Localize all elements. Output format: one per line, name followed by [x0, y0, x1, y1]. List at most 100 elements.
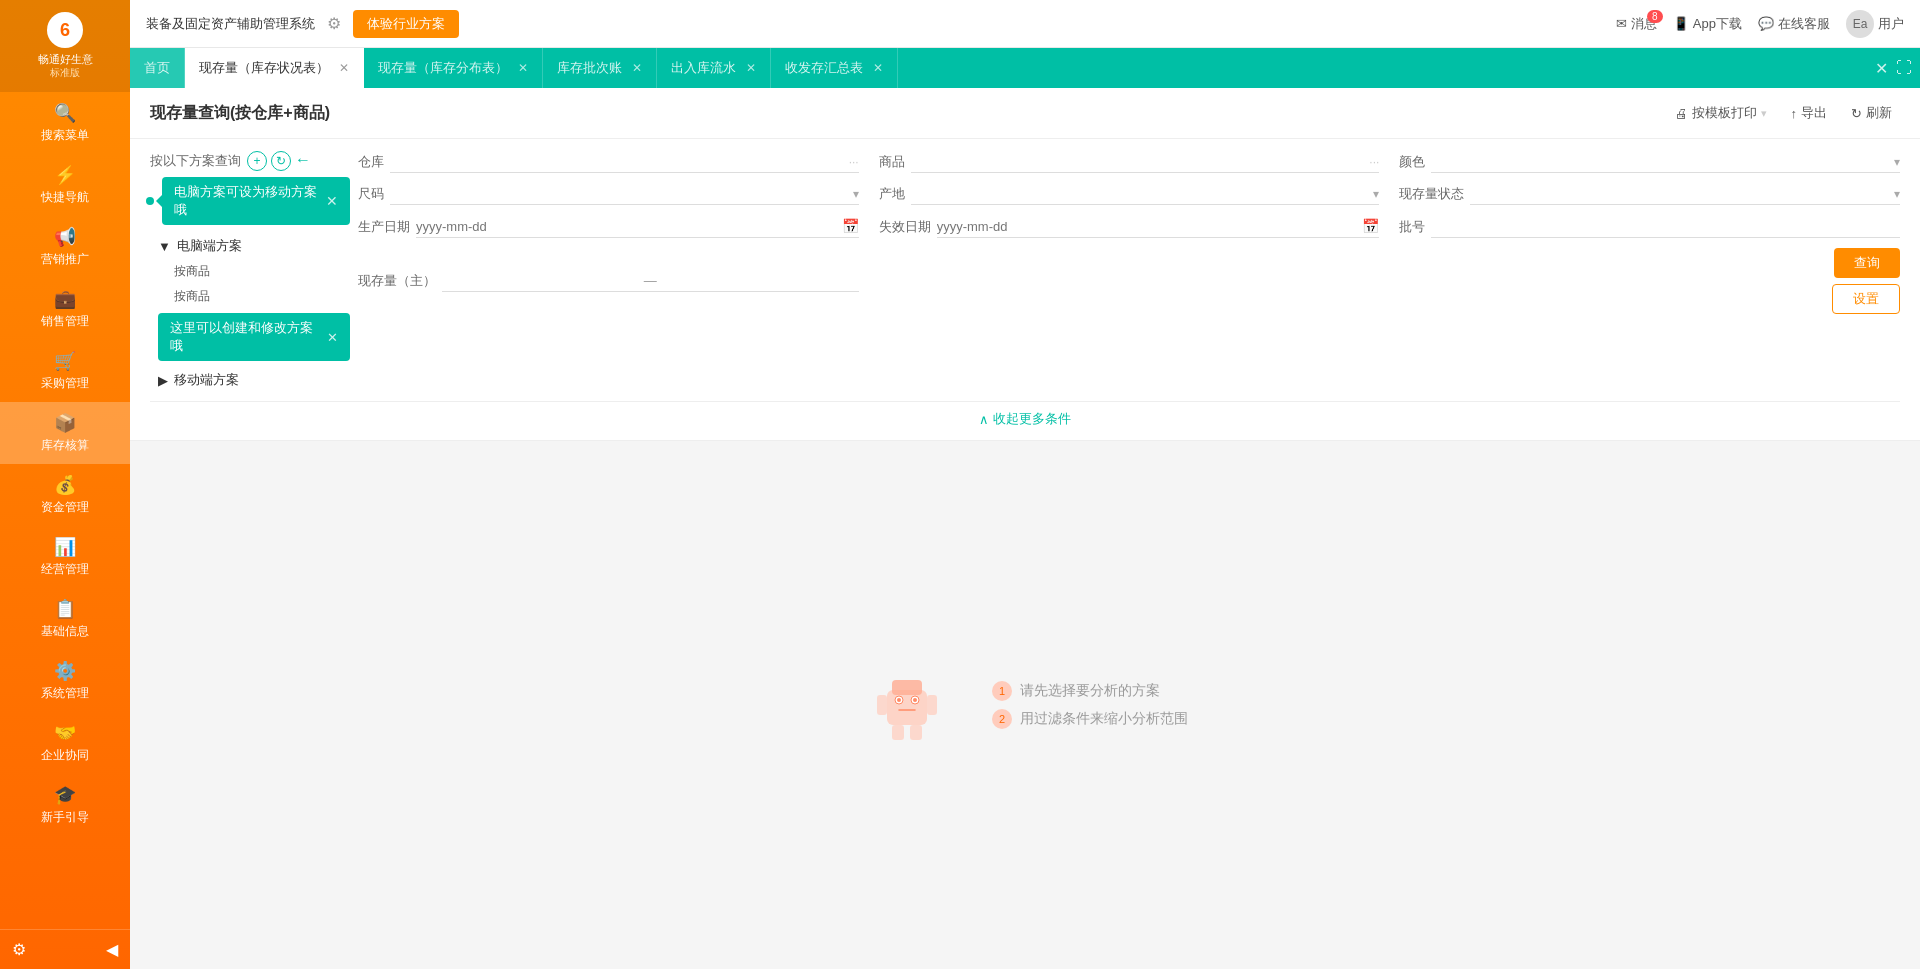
- service-icon: 💬: [1758, 16, 1774, 31]
- scheme-sub-item-2[interactable]: 按商品: [174, 284, 350, 309]
- field-row-color: 颜色 ▾: [1399, 151, 1900, 173]
- tab-stock-status-close[interactable]: ✕: [339, 61, 349, 75]
- stock-status-input[interactable]: [1470, 186, 1894, 201]
- scheme-add-button[interactable]: +: [247, 151, 267, 171]
- mfgdate-calendar-icon[interactable]: 📅: [842, 218, 859, 234]
- svg-rect-7: [877, 695, 887, 715]
- mfgdate-input-wrap: 📅: [416, 215, 859, 238]
- sidebar-item-sales[interactable]: 💼 销售管理: [0, 278, 130, 340]
- goods-input[interactable]: [911, 154, 1370, 169]
- fields-grid: 仓库 ··· 商品 ···: [358, 151, 1900, 314]
- sidebar-item-quicknav[interactable]: ⚡ 快捷导航: [0, 154, 130, 216]
- goods-dots-icon[interactable]: ···: [1369, 155, 1379, 169]
- scheme-create-text: 这里可以创建和修改方案哦: [170, 319, 319, 355]
- tab-stock-dist[interactable]: 现存量（库存分布表） ✕: [364, 48, 543, 88]
- search-button[interactable]: 查询: [1834, 248, 1900, 278]
- tab-summary[interactable]: 收发存汇总表 ✕: [771, 48, 898, 88]
- scheme-tree: ▼ 电脑端方案 按商品 按商品: [150, 233, 350, 309]
- collapse-button[interactable]: ∧ 收起更多条件: [979, 410, 1071, 428]
- sidebar-item-finance[interactable]: 💰 资金管理: [0, 464, 130, 526]
- sidebar-item-search[interactable]: 🔍 搜索菜单: [0, 92, 130, 154]
- export-button[interactable]: ↑ 导出: [1783, 100, 1836, 126]
- experience-button[interactable]: 体验行业方案: [353, 10, 459, 38]
- reset-button[interactable]: 设置: [1832, 284, 1900, 314]
- size-input[interactable]: [390, 186, 853, 201]
- sidebar-item-basicinfo[interactable]: 📋 基础信息: [0, 588, 130, 650]
- expdate-input[interactable]: [937, 219, 1363, 234]
- notification-badge: 8: [1647, 10, 1663, 23]
- origin-dropdown-icon[interactable]: ▾: [1373, 187, 1379, 201]
- stock-qty-to-input[interactable]: [661, 273, 859, 288]
- sidebar-item-label: 库存核算: [41, 437, 89, 454]
- tree-label-mobile: 移动端方案: [174, 371, 239, 389]
- system-icon: ⚙️: [54, 660, 76, 682]
- filter-label: 按以下方案查询: [150, 152, 241, 170]
- print-button[interactable]: 🖨 按模板打印 ▾: [1667, 100, 1775, 126]
- size-dropdown-icon[interactable]: ▾: [853, 187, 859, 201]
- scheme-tree-pc[interactable]: ▼ 电脑端方案: [158, 233, 350, 259]
- sidebar-logo[interactable]: 6 畅通好生意 标准版: [0, 0, 130, 92]
- notification-item[interactable]: ✉ 消息 8: [1616, 15, 1657, 33]
- svg-rect-0: [887, 690, 927, 725]
- expdate-calendar-icon[interactable]: 📅: [1362, 218, 1379, 234]
- sidebar-item-inventory[interactable]: 📦 库存核算: [0, 402, 130, 464]
- tab-stock-dist-label: 现存量（库存分布表）: [378, 59, 508, 77]
- gear-icon[interactable]: ⚙: [327, 14, 341, 33]
- warehouse-input[interactable]: [390, 154, 849, 169]
- color-input[interactable]: [1431, 154, 1894, 169]
- scheme-arrow-left[interactable]: ←: [295, 151, 311, 171]
- expdate-input-wrap: 📅: [937, 215, 1380, 238]
- print-dropdown-icon: ▾: [1761, 107, 1767, 120]
- purchase-icon: 🛒: [54, 350, 76, 372]
- stock-status-dropdown-icon[interactable]: ▾: [1894, 187, 1900, 201]
- dot-indicator: [146, 197, 154, 205]
- filter-area: 按以下方案查询 + ↻ ← 电脑方案可设为移动方案哦 ✕: [130, 139, 1920, 441]
- tab-stock-status[interactable]: 现存量（库存状况表） ✕: [185, 48, 364, 88]
- scheme-sub-item-1[interactable]: 按商品: [174, 259, 350, 284]
- scheme-create-close[interactable]: ✕: [327, 330, 338, 345]
- svg-point-4: [897, 698, 901, 702]
- mfgdate-input[interactable]: [416, 219, 842, 234]
- user-item[interactable]: Ea 用户: [1846, 10, 1904, 38]
- scheme-actions: + ↻ ←: [247, 151, 311, 171]
- online-service-item[interactable]: 💬 在线客服: [1758, 15, 1830, 33]
- avatar: Ea: [1846, 10, 1874, 38]
- tab-stock-dist-close[interactable]: ✕: [518, 61, 528, 75]
- scheme-refresh-button[interactable]: ↻: [271, 151, 291, 171]
- app-download-item[interactable]: 📱 App下载: [1673, 15, 1742, 33]
- sidebar-item-operations[interactable]: 📊 经营管理: [0, 526, 130, 588]
- search-icon: 🔍: [54, 102, 76, 124]
- tab-summary-close[interactable]: ✕: [873, 61, 883, 75]
- stock-qty-from-input[interactable]: [442, 273, 640, 288]
- scheme-create-tooltip[interactable]: 这里可以创建和修改方案哦 ✕: [158, 313, 350, 361]
- field-row-mfgdate: 生产日期 📅: [358, 215, 859, 238]
- color-dropdown-icon[interactable]: ▾: [1894, 155, 1900, 169]
- sidebar-item-guide[interactable]: 🎓 新手引导: [0, 774, 130, 836]
- scheme-tooltip-close[interactable]: ✕: [326, 193, 338, 209]
- sidebar-item-collab[interactable]: 🤝 企业协同: [0, 712, 130, 774]
- tab-home[interactable]: 首页: [130, 48, 185, 88]
- refresh-label: 刷新: [1866, 104, 1892, 122]
- settings-icon[interactable]: ⚙: [12, 940, 26, 959]
- tabs-expand-icon[interactable]: ⛶: [1896, 59, 1912, 77]
- batch-input[interactable]: [1431, 219, 1900, 234]
- collapse-sidebar-icon[interactable]: ◀: [106, 940, 118, 959]
- tab-batch-close[interactable]: ✕: [632, 61, 642, 75]
- sidebar-item-purchase[interactable]: 🛒 采购管理: [0, 340, 130, 402]
- sidebar-item-marketing[interactable]: 📢 营销推广: [0, 216, 130, 278]
- tabs-close-all-icon[interactable]: ✕: [1875, 59, 1888, 78]
- tab-flow-close[interactable]: ✕: [746, 61, 756, 75]
- empty-step-2: 2 用过滤条件来缩小分析范围: [992, 709, 1188, 729]
- tab-flow[interactable]: 出入库流水 ✕: [657, 48, 771, 88]
- tab-batch[interactable]: 库存批次账 ✕: [543, 48, 657, 88]
- warehouse-dots-icon[interactable]: ···: [849, 155, 859, 169]
- page-header: 现存量查询(按仓库+商品) 🖨 按模板打印 ▾ ↑ 导出 ↻ 刷新: [130, 88, 1920, 139]
- origin-input[interactable]: [911, 186, 1374, 201]
- sidebar-item-system[interactable]: ⚙️ 系统管理: [0, 650, 130, 712]
- scheme-tooltip-pc[interactable]: 电脑方案可设为移动方案哦 ✕: [162, 177, 350, 225]
- color-input-wrap: ▾: [1431, 151, 1900, 173]
- svg-rect-9: [892, 725, 904, 740]
- tabs-bar: 首页 现存量（库存状况表） ✕ 现存量（库存分布表） ✕ 库存批次账 ✕ 出入库…: [130, 48, 1920, 88]
- refresh-button[interactable]: ↻ 刷新: [1843, 100, 1900, 126]
- scheme-tree-mobile-item[interactable]: ▶ 移动端方案: [158, 367, 350, 393]
